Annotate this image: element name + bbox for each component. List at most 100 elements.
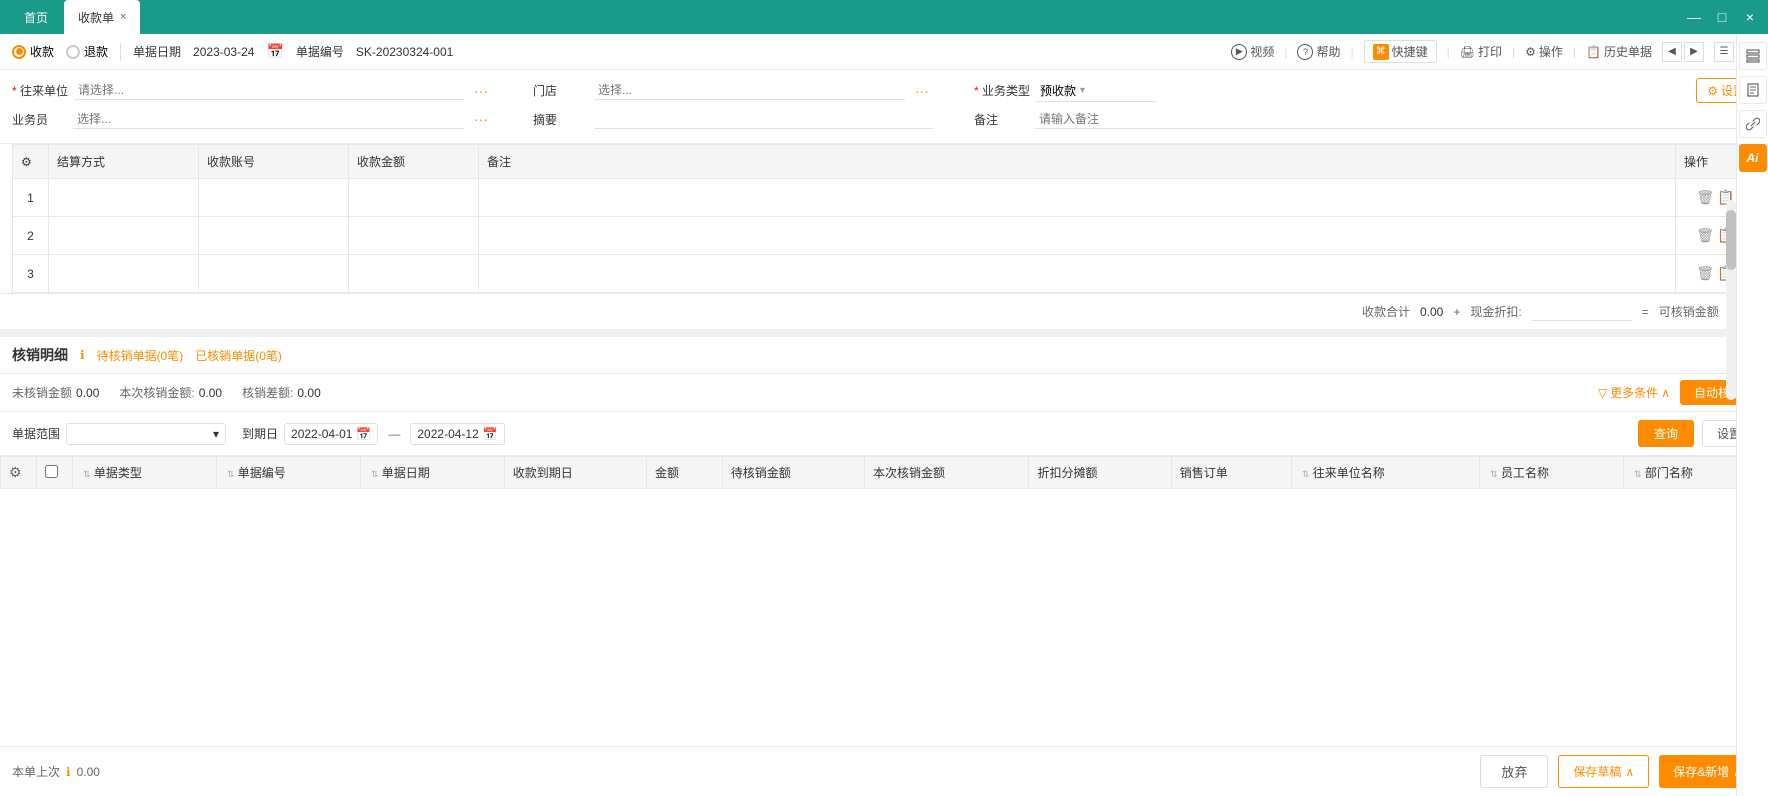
row-1-account[interactable] — [199, 179, 349, 217]
scroll-thumb[interactable] — [1726, 210, 1736, 270]
store-more-btn[interactable]: ··· — [911, 83, 933, 99]
form-row-1: 往来单位 ··· 门店 ··· 业务类型 预收款 ▾ — [12, 78, 1756, 103]
unchecked-value: 0.00 — [76, 386, 99, 400]
radio-refund-label: 退款 — [84, 43, 108, 60]
main-table: ⚙ 结算方式 收款账号 收款金额 备注 操作 — [12, 144, 1756, 293]
date-calendar-icon[interactable]: 📅 — [266, 43, 283, 60]
sidebar-table-icon[interactable] — [1739, 42, 1767, 70]
calendar-from-icon: 📅 — [356, 427, 371, 441]
row-2-account[interactable] — [199, 217, 349, 255]
row-3-account[interactable] — [199, 255, 349, 293]
discount-input[interactable] — [1532, 302, 1632, 321]
row-1-delete-icon[interactable]: 🗑 — [1696, 189, 1714, 205]
radio-refund-dot — [66, 45, 80, 59]
operation-icon: ⚙ — [1525, 45, 1536, 59]
row-2-note[interactable] — [479, 217, 1676, 255]
select-all-checkbox[interactable] — [45, 465, 58, 478]
right-sidebar: Ai — [1736, 34, 1768, 796]
setting-gear-icon: ⚙ — [1707, 84, 1718, 98]
table-row: 1 🗑 📋 — [13, 179, 1756, 217]
row-3-note[interactable] — [479, 255, 1676, 293]
hexiao-section: 核销明细 ℹ 待核销单据(0笔) 已核销单据(0笔) 未核销金额 0.00 本次… — [0, 337, 1768, 746]
bottom-col-pending: 待核销金额 — [722, 457, 864, 489]
video-btn[interactable]: ▶ 视频 — [1231, 43, 1274, 60]
save-draft-label: 保存草稿 — [1573, 763, 1621, 780]
row-3-amount[interactable] — [349, 255, 479, 293]
hexiao-done-tab[interactable]: 已核销单据(0笔) — [195, 347, 282, 364]
sort-icon-date: ⇅ — [371, 469, 379, 479]
col-settings-header[interactable]: ⚙ — [13, 145, 49, 179]
table-row: 3 🗑 📋 — [13, 255, 1756, 293]
date-from-input[interactable]: 2022-04-01 📅 — [284, 423, 378, 445]
row-3-delete-icon[interactable]: 🗑 — [1696, 265, 1714, 281]
row-2-delete-icon[interactable]: 🗑 — [1696, 227, 1714, 243]
range-select[interactable]: ▾ — [66, 423, 226, 445]
staff-more-btn[interactable]: ··· — [470, 111, 492, 127]
bottom-col-sales-order: 销售订单 — [1171, 457, 1291, 489]
row-2-amount[interactable] — [349, 217, 479, 255]
sort-icon-type: ⇅ — [83, 469, 91, 479]
unchecked-amount-item: 未核销金额 0.00 — [12, 384, 99, 401]
col-amount-header: 收款金额 — [349, 145, 479, 179]
row-1-amount[interactable] — [349, 179, 479, 217]
query-btn[interactable]: 查询 — [1638, 420, 1694, 447]
store-input[interactable] — [594, 81, 905, 100]
hexiao-info-icon[interactable]: ℹ — [80, 348, 85, 362]
row-3-payment[interactable] — [49, 255, 199, 293]
col-dept-label: 部门名称 — [1645, 466, 1693, 480]
date-to-input[interactable]: 2022-04-12 📅 — [410, 423, 504, 445]
save-draft-btn[interactable]: 保存草稿 ∧ — [1558, 755, 1649, 788]
nav-next[interactable]: ▶ — [1684, 42, 1704, 62]
view-list[interactable]: ☰ — [1714, 42, 1734, 62]
shortcut-icon: ⌘ — [1373, 44, 1389, 60]
col-pending-label: 待核销金额 — [731, 466, 791, 480]
summary-input[interactable] — [594, 110, 933, 129]
counterparty-input[interactable] — [74, 81, 464, 100]
operation-btn[interactable]: ⚙ 操作 — [1525, 43, 1563, 60]
counterparty-more-btn[interactable]: ··· — [470, 83, 492, 99]
history-btn[interactable]: 📋 历史单据 — [1586, 43, 1652, 60]
sidebar-ai-btn[interactable]: Ai — [1739, 144, 1767, 172]
date-value[interactable]: 2023-03-24 — [193, 45, 254, 59]
business-type-select[interactable]: 预收款 ▾ — [1036, 80, 1156, 102]
col-due-label: 收款到期日 — [513, 466, 573, 480]
maximize-btn[interactable]: □ — [1712, 9, 1732, 25]
sort-icon-dept: ⇅ — [1634, 469, 1642, 479]
more-conditions-btn[interactable]: ▽ 更多条件 ∧ — [1598, 384, 1670, 401]
col-payment-label: 结算方式 — [57, 155, 105, 169]
sidebar-link-icon[interactable] — [1739, 110, 1767, 138]
row-1-payment[interactable] — [49, 179, 199, 217]
row-1-num: 1 — [13, 179, 49, 217]
print-label: 打印 — [1478, 43, 1502, 60]
bottom-col-checkbox[interactable] — [37, 457, 73, 489]
close-btn[interactable]: × — [1740, 9, 1760, 25]
tab-home[interactable]: 首页 — [8, 0, 64, 34]
row-3-num: 3 — [13, 255, 49, 293]
radio-refund[interactable]: 退款 — [66, 43, 108, 60]
bottom-col-gear[interactable]: ⚙ — [1, 457, 37, 489]
sidebar-doc-icon[interactable] — [1739, 76, 1767, 104]
footer-info: 本单上次 ℹ 0.00 — [12, 763, 100, 780]
tab-close-icon[interactable]: × — [120, 11, 126, 23]
main-container: 收款 退款 单据日期 2023-03-24 📅 单据编号 SK-20230324… — [0, 34, 1768, 796]
note-input[interactable] — [1035, 110, 1756, 129]
tab-active[interactable]: 收款单 × — [64, 0, 140, 34]
nav-arrows: ◀ ▶ — [1662, 42, 1704, 62]
row-2-payment[interactable] — [49, 217, 199, 255]
help-btn[interactable]: ? 帮助 — [1297, 43, 1340, 60]
shortcut-btn[interactable]: ⌘ 快捷键 — [1364, 40, 1437, 63]
nav-prev[interactable]: ◀ — [1662, 42, 1682, 62]
row-1-note[interactable] — [479, 179, 1676, 217]
abandon-btn[interactable]: 放弃 — [1480, 755, 1548, 788]
scroll-track[interactable] — [1726, 200, 1736, 400]
sort-icon-number: ⇅ — [227, 469, 235, 479]
bottom-col-date: ⇅ 单据日期 — [360, 457, 504, 489]
field-div-3 — [512, 109, 513, 129]
staff-input[interactable] — [73, 110, 464, 129]
total-value: 0.00 — [1420, 305, 1443, 319]
hexiao-pending-tab[interactable]: 待核销单据(0笔) — [97, 347, 184, 364]
print-btn[interactable]: 🖨 打印 — [1460, 43, 1502, 60]
radio-receipts[interactable]: 收款 — [12, 43, 54, 60]
minimize-btn[interactable]: — — [1684, 9, 1704, 25]
carry-info-icon[interactable]: ℹ — [66, 765, 71, 779]
